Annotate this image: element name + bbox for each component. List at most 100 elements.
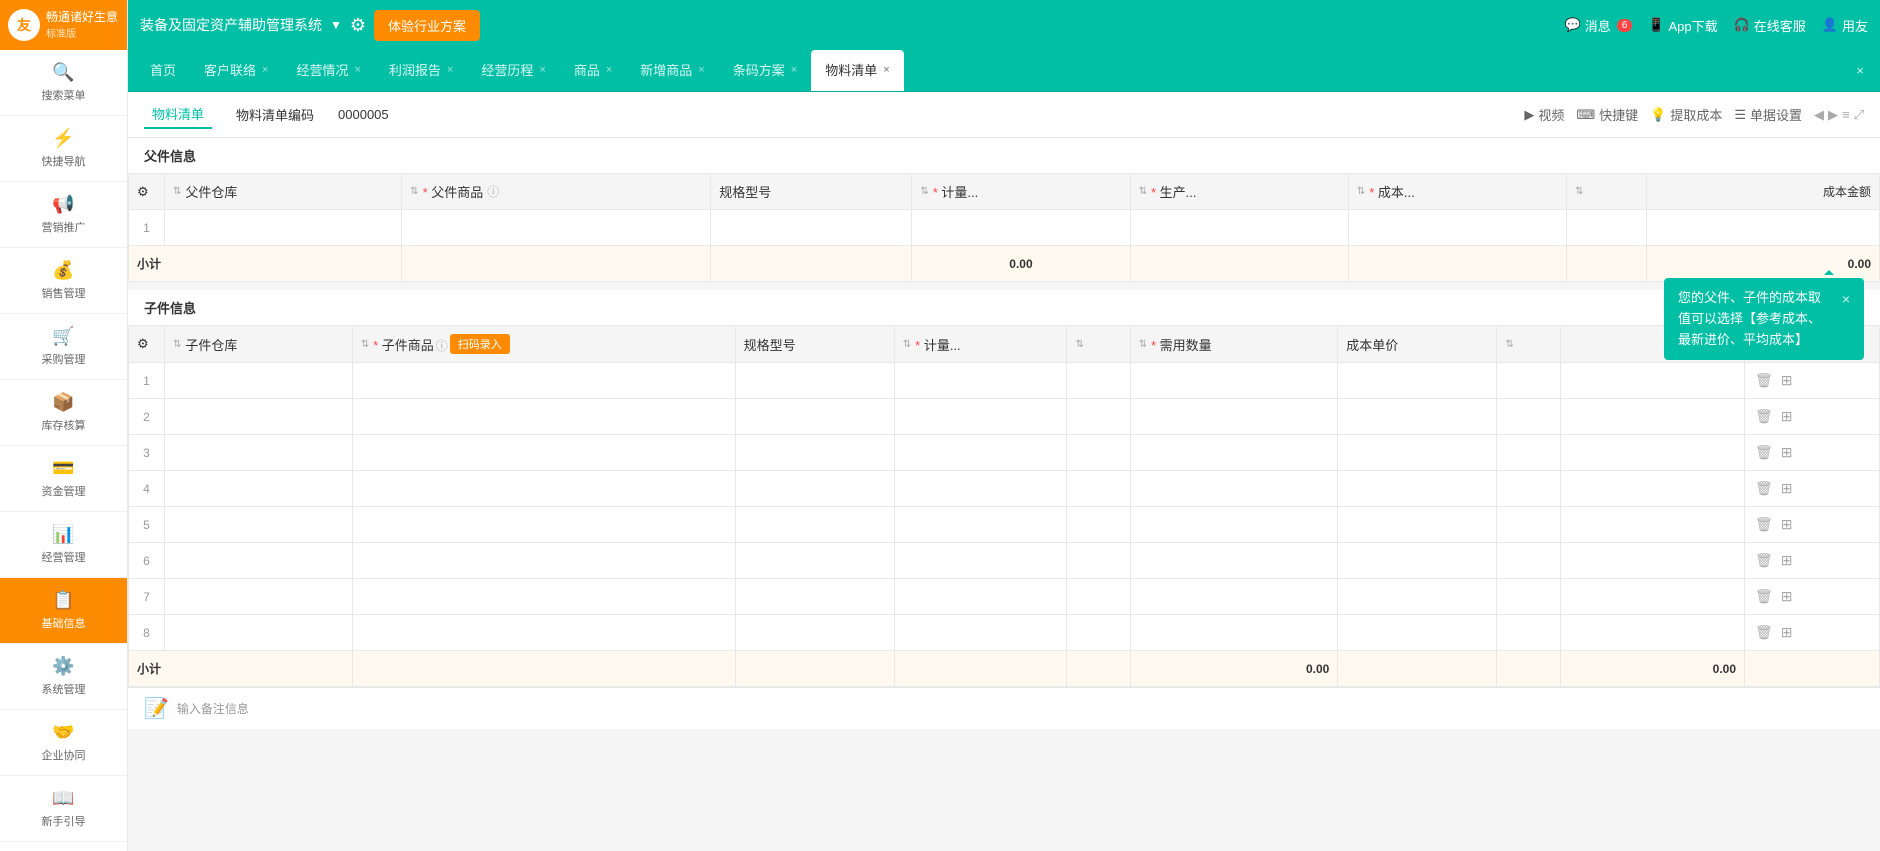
delete-btn-2[interactable]: 🗑 xyxy=(1753,406,1775,427)
child-unit-cost-3[interactable] xyxy=(1338,435,1497,471)
sub-tab-bom[interactable]: 物料清单 xyxy=(144,100,212,129)
child-unit-cost-5[interactable] xyxy=(1338,507,1497,543)
child-product-5[interactable] xyxy=(352,507,735,543)
tab-home[interactable]: 首页 xyxy=(136,50,190,91)
online-service-item[interactable]: 🎧 在线客服 xyxy=(1734,16,1806,35)
child-qty-3[interactable] xyxy=(1130,435,1338,471)
copy-btn-7[interactable]: ⊞ xyxy=(1779,586,1795,607)
child-sort2-7[interactable] xyxy=(1497,579,1560,615)
tab-profit-close[interactable]: × xyxy=(447,64,453,76)
extract-cost-action[interactable]: 💡 提取成本 xyxy=(1650,105,1722,124)
child-spec-4[interactable] xyxy=(735,471,894,507)
shortcut-action[interactable]: ⌨ 快捷键 xyxy=(1576,105,1638,124)
sidebar-item-finance[interactable]: 💳 资金管理 xyxy=(0,446,127,512)
settings-gear-icon[interactable]: ⚙ xyxy=(137,184,149,199)
child-unit-1[interactable] xyxy=(894,363,1067,399)
child-product-7[interactable] xyxy=(352,579,735,615)
scan-btn[interactable]: 扫码录入 xyxy=(450,334,510,354)
message-item[interactable]: 💬 消息 6 xyxy=(1565,16,1633,35)
child-sort2-1[interactable] xyxy=(1497,363,1560,399)
experience-btn[interactable]: 体验行业方案 xyxy=(374,10,480,41)
sub-tab-bom-code[interactable]: 物料清单编码 xyxy=(228,101,322,128)
child-unit-2[interactable] xyxy=(894,399,1067,435)
child-warehouse-5[interactable] xyxy=(165,507,353,543)
child-sort-6[interactable] xyxy=(1067,543,1130,579)
child-qty-4[interactable] xyxy=(1130,471,1338,507)
child-qty-2[interactable] xyxy=(1130,399,1338,435)
child-warehouse-6[interactable] xyxy=(165,543,353,579)
tab-history-close[interactable]: × xyxy=(539,64,545,76)
child-warehouse-2[interactable] xyxy=(165,399,353,435)
child-sort2-5[interactable] xyxy=(1497,507,1560,543)
child-product-6[interactable] xyxy=(352,543,735,579)
expand-icon[interactable]: ⤢ xyxy=(1854,107,1864,123)
child-sort2-6[interactable] xyxy=(1497,543,1560,579)
child-warehouse-7[interactable] xyxy=(165,579,353,615)
parent-sort-cell[interactable] xyxy=(1567,210,1647,246)
child-spec-1[interactable] xyxy=(735,363,894,399)
sidebar-item-inventory[interactable]: 📦 库存核算 xyxy=(0,380,127,446)
copy-btn-1[interactable]: ⊞ xyxy=(1779,370,1795,391)
child-sort2-4[interactable] xyxy=(1497,471,1560,507)
child-product-2[interactable] xyxy=(352,399,735,435)
child-unit-cost-8[interactable] xyxy=(1338,615,1497,651)
child-warehouse-3[interactable] xyxy=(165,435,353,471)
copy-btn-3[interactable]: ⊞ xyxy=(1779,442,1795,463)
close-all-tabs[interactable]: × xyxy=(1848,55,1872,86)
copy-btn-8[interactable]: ⊞ xyxy=(1779,622,1795,643)
child-spec-8[interactable] xyxy=(735,615,894,651)
tab-customer[interactable]: 客户联络× xyxy=(190,50,282,91)
tab-new-goods-close[interactable]: × xyxy=(698,64,704,76)
nav-next-icon[interactable]: ▶ xyxy=(1828,107,1838,123)
child-unit-3[interactable] xyxy=(894,435,1067,471)
child-sort2-2[interactable] xyxy=(1497,399,1560,435)
child-sort2-8[interactable] xyxy=(1497,615,1560,651)
user-item[interactable]: 👤 用友 xyxy=(1822,16,1868,35)
sidebar-item-guide[interactable]: 📖 新手引导 xyxy=(0,776,127,842)
child-sort-7[interactable] xyxy=(1067,579,1130,615)
single-settings-action[interactable]: ☰ 单据设置 xyxy=(1734,105,1802,124)
delete-btn-7[interactable]: 🗑 xyxy=(1753,586,1775,607)
child-spec-2[interactable] xyxy=(735,399,894,435)
copy-btn-6[interactable]: ⊞ xyxy=(1779,550,1795,571)
child-qty-8[interactable] xyxy=(1130,615,1338,651)
child-unit-7[interactable] xyxy=(894,579,1067,615)
child-settings-icon[interactable]: ⚙ xyxy=(137,336,149,351)
tab-profit[interactable]: 利润报告× xyxy=(375,50,467,91)
child-product-4[interactable] xyxy=(352,471,735,507)
sidebar-item-sales[interactable]: 💰 销售管理 xyxy=(0,248,127,314)
child-spec-6[interactable] xyxy=(735,543,894,579)
tab-history[interactable]: 经营历程× xyxy=(467,50,559,91)
tab-customer-close[interactable]: × xyxy=(262,64,268,76)
app-download-item[interactable]: 📱 App下载 xyxy=(1648,16,1717,35)
copy-btn-4[interactable]: ⊞ xyxy=(1779,478,1795,499)
tab-business[interactable]: 经营情况× xyxy=(282,50,374,91)
topbar-settings-icon[interactable]: ⚙ xyxy=(350,15,366,36)
tab-bom-close[interactable]: × xyxy=(883,64,889,76)
child-unit-cost-2[interactable] xyxy=(1338,399,1497,435)
child-sort-1[interactable] xyxy=(1067,363,1130,399)
nav-prev-icon[interactable]: ◀ xyxy=(1814,107,1824,123)
delete-btn-5[interactable]: 🗑 xyxy=(1753,514,1775,535)
tab-goods[interactable]: 商品× xyxy=(560,50,626,91)
child-unit-8[interactable] xyxy=(894,615,1067,651)
tab-goods-close[interactable]: × xyxy=(606,64,612,76)
child-sort-5[interactable] xyxy=(1067,507,1130,543)
tooltip-close-btn[interactable]: × xyxy=(1842,288,1850,310)
child-spec-7[interactable] xyxy=(735,579,894,615)
sidebar-item-quick-nav[interactable]: ⚡ 快捷导航 xyxy=(0,116,127,182)
delete-btn-6[interactable]: 🗑 xyxy=(1753,550,1775,571)
child-spec-5[interactable] xyxy=(735,507,894,543)
delete-btn-4[interactable]: 🗑 xyxy=(1753,478,1775,499)
child-unit-cost-4[interactable] xyxy=(1338,471,1497,507)
sidebar-item-system[interactable]: ⚙️ 系统管理 xyxy=(0,644,127,710)
copy-btn-5[interactable]: ⊞ xyxy=(1779,514,1795,535)
child-unit-6[interactable] xyxy=(894,543,1067,579)
child-unit-cost-6[interactable] xyxy=(1338,543,1497,579)
delete-btn-1[interactable]: 🗑 xyxy=(1753,370,1775,391)
parent-unit-cell[interactable] xyxy=(912,210,1130,246)
child-unit-cost-7[interactable] xyxy=(1338,579,1497,615)
child-sort-3[interactable] xyxy=(1067,435,1130,471)
child-sort-2[interactable] xyxy=(1067,399,1130,435)
child-warehouse-1[interactable] xyxy=(165,363,353,399)
